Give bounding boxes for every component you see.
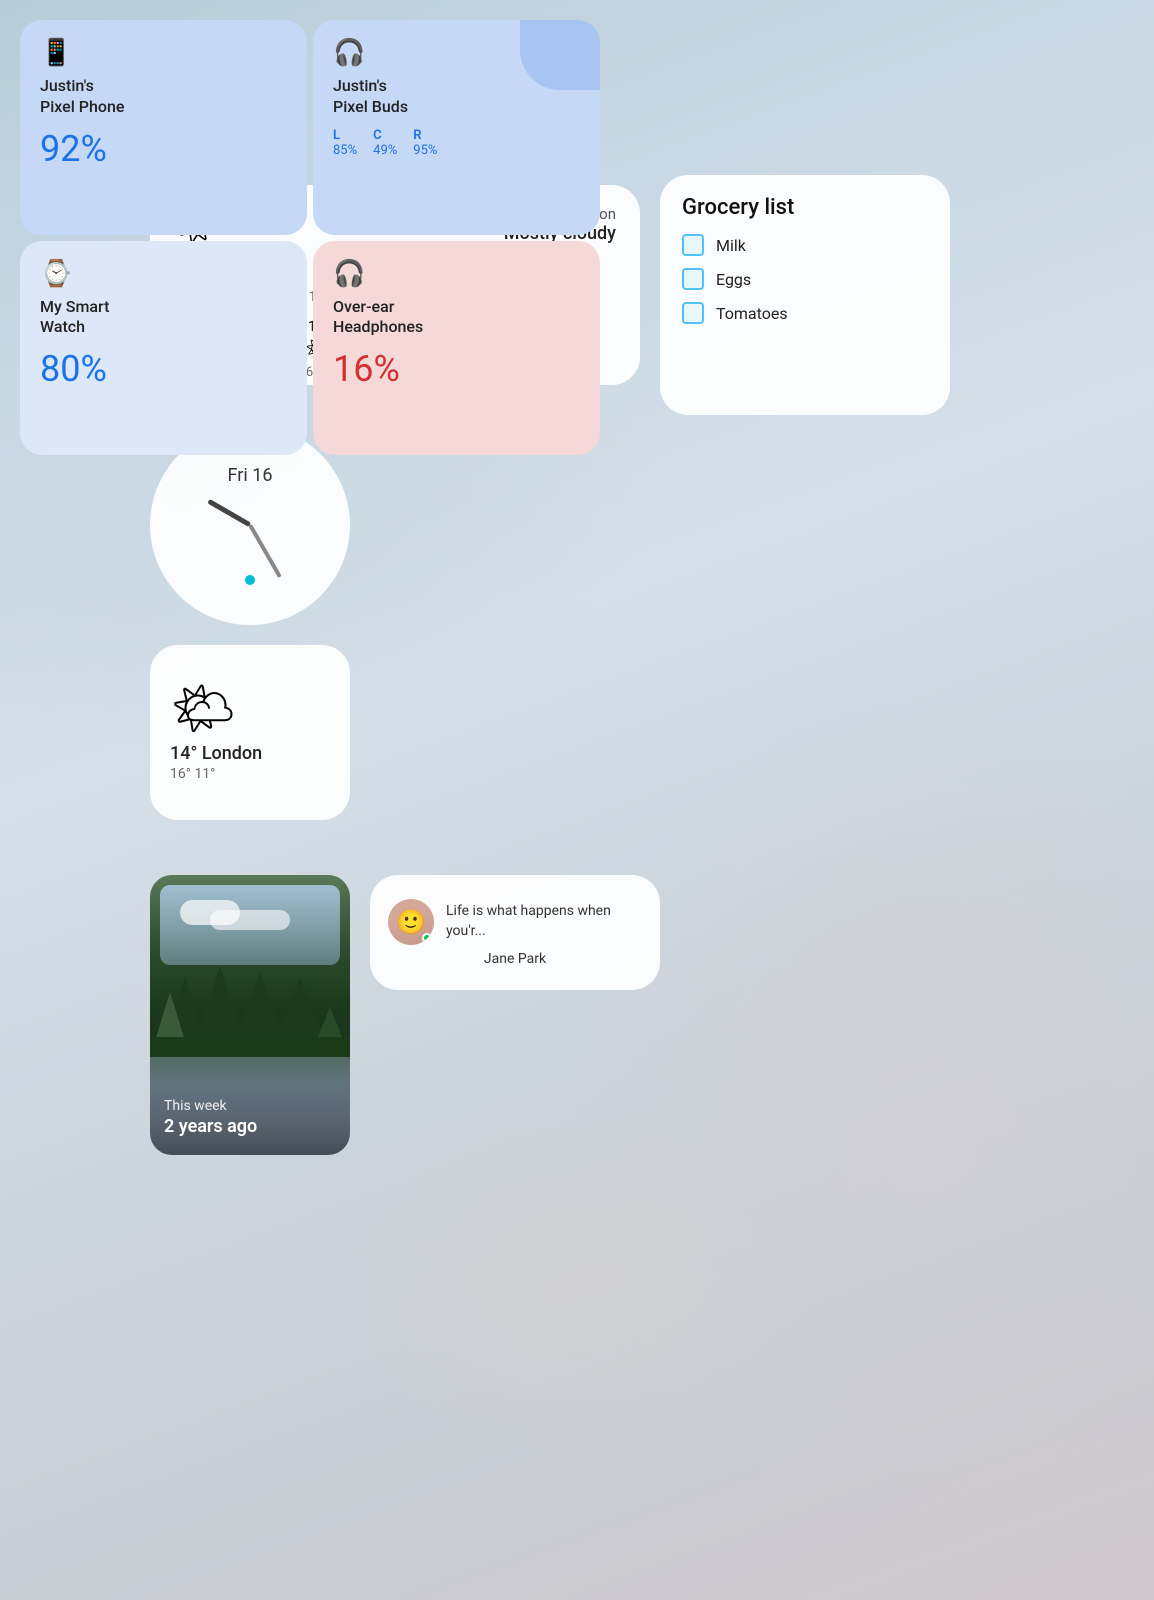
- clock-face: Fri 16: [170, 445, 330, 605]
- sky-area: [160, 885, 340, 965]
- grocery-item-milk[interactable]: Milk: [682, 234, 928, 256]
- bud-level-R: R 95%: [413, 128, 437, 158]
- headphones-icon: 🎧: [333, 259, 580, 289]
- online-status-dot: [422, 933, 432, 943]
- clock-hour-hand: [207, 499, 251, 527]
- bud-level-C: C 49%: [373, 128, 397, 158]
- buds-levels: L 85% C 49% R 95%: [333, 128, 580, 158]
- weather-small-widget[interactable]: 🌤 14° London 16° 11°: [150, 645, 350, 820]
- social-person-name: Jane Park: [388, 951, 642, 967]
- smart-watch-icon: ⌚: [40, 259, 287, 289]
- grocery-title: Grocery list: [682, 195, 928, 220]
- pixel-phone-battery: 92%: [40, 128, 287, 170]
- social-row: 🙂 Life is what happens when you'r...: [388, 899, 642, 945]
- bud-label-L: L: [333, 128, 340, 143]
- device-tile-pixel-buds[interactable]: 🎧 Justin'sPixel Buds L 85% C 49% R 95%: [313, 20, 600, 235]
- photo-memories-widget[interactable]: This week 2 years ago: [150, 875, 350, 1155]
- grocery-list-widget[interactable]: Grocery list Milk Eggs Tomatoes: [660, 175, 950, 415]
- grocery-checkbox-tomatoes[interactable]: [682, 302, 704, 324]
- pixel-phone-icon: 📱: [40, 38, 287, 68]
- bud-pct-L: 85%: [333, 143, 357, 158]
- clock-widget[interactable]: Fri 16: [150, 425, 350, 625]
- weather-small-temp-city: 14° London: [170, 743, 262, 764]
- smart-watch-battery: 80%: [40, 348, 287, 390]
- grocery-label-eggs: Eggs: [716, 270, 751, 289]
- pixel-phone-name: Justin'sPixel Phone: [40, 76, 287, 118]
- buds-accent-decoration: [520, 20, 600, 90]
- weather-small-icon: 🌤: [170, 683, 236, 735]
- photo-years-ago: 2 years ago: [164, 1116, 257, 1137]
- bud-pct-R: 95%: [413, 143, 437, 158]
- photo-overlay: This week 2 years ago: [150, 1084, 350, 1155]
- social-quote-text: Life is what happens when you'r...: [446, 902, 642, 941]
- device-tile-pixel-phone[interactable]: 📱 Justin'sPixel Phone 92%: [20, 20, 307, 235]
- grocery-checkbox-eggs[interactable]: [682, 268, 704, 290]
- headphones-battery: 16%: [333, 348, 580, 390]
- device-tile-headphones[interactable]: 🎧 Over-earHeadphones 16%: [313, 241, 600, 456]
- social-widget[interactable]: 🙂 Life is what happens when you'r... Jan…: [370, 875, 660, 990]
- weather-small-range: 16° 11°: [170, 766, 215, 782]
- grocery-label-milk: Milk: [716, 236, 746, 255]
- bud-pct-C: 49%: [373, 143, 397, 158]
- bud-level-L: L 85%: [333, 128, 357, 158]
- grocery-item-tomatoes[interactable]: Tomatoes: [682, 302, 928, 324]
- smart-watch-name: My SmartWatch: [40, 297, 287, 339]
- photo-week-label: This week: [164, 1098, 336, 1114]
- grocery-label-tomatoes: Tomatoes: [716, 304, 788, 323]
- bud-label-R: R: [413, 128, 421, 143]
- cloud-shape-2: [210, 910, 290, 930]
- headphones-name: Over-earHeadphones: [333, 297, 580, 339]
- bud-label-C: C: [373, 128, 382, 143]
- clock-day: Fri 16: [170, 465, 330, 486]
- social-avatar: 🙂: [388, 899, 434, 945]
- grocery-checkbox-milk[interactable]: [682, 234, 704, 256]
- clock-minute-hand: [248, 524, 281, 578]
- clock-dot: [245, 575, 255, 585]
- device-tile-smart-watch[interactable]: ⌚ My SmartWatch 80%: [20, 241, 307, 456]
- grocery-item-eggs[interactable]: Eggs: [682, 268, 928, 290]
